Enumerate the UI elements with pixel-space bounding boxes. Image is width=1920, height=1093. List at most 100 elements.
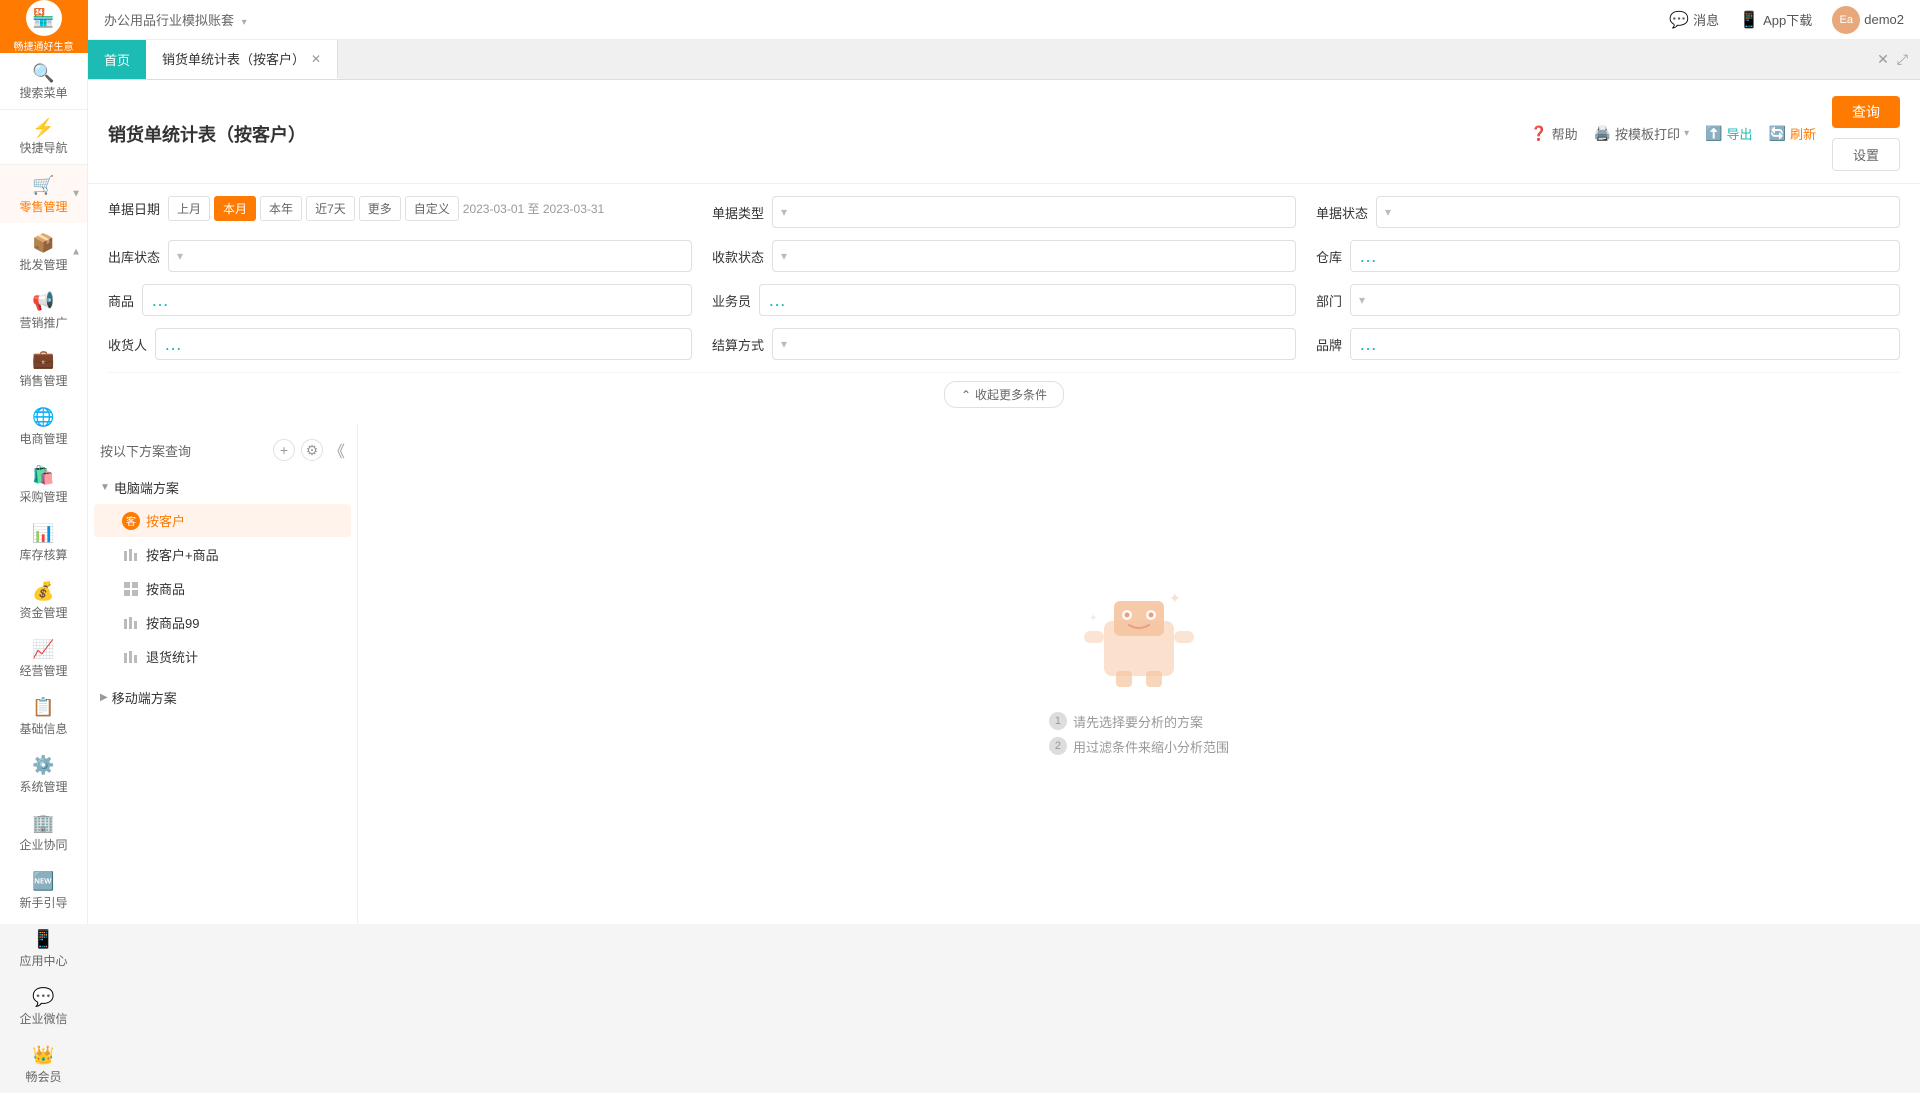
left-panel-icons: + ⚙ 《	[273, 438, 345, 462]
page-title: 销货单统计表（按客户）	[108, 121, 306, 147]
sidebar-item-purchase[interactable]: 🛍️ 采购管理	[0, 455, 87, 513]
sidebar-item-ecom[interactable]: 🌐 电商管理	[0, 397, 87, 455]
order-type-chevron: ▾	[781, 205, 787, 219]
close-window-icon[interactable]: ✕	[1877, 51, 1889, 68]
industry-dropdown-icon[interactable]: ▾	[242, 17, 247, 28]
tab-sales-label: 销货单统计表（按客户）	[162, 49, 305, 68]
sidebar-search-nav[interactable]: 🔍 搜索菜单	[0, 53, 87, 110]
order-status-select[interactable]: ▾	[1376, 196, 1900, 228]
sidebar-item-basic[interactable]: 📋 基础信息	[0, 687, 87, 745]
tabs-bar: 首页 销货单统计表（按客户） ✕ ✕ ⤢	[88, 40, 1920, 80]
sidebar-item-enterprise[interactable]: 🏢 企业协同	[0, 803, 87, 861]
mobile-scheme-label: 移动端方案	[112, 688, 177, 707]
maximize-icon[interactable]: ⤢	[1897, 51, 1908, 68]
sidebar-item-finance[interactable]: 💰 资金管理	[0, 571, 87, 629]
warehouse-input[interactable]: …	[1350, 240, 1900, 272]
sidebar-basic-label: 基础信息	[19, 720, 67, 737]
sidebar-enterprise-label: 企业协同	[19, 836, 67, 853]
date-range-display: 2023-03-01 至 2023-03-31	[463, 200, 604, 217]
query-button[interactable]: 查询	[1832, 96, 1900, 128]
out-status-select[interactable]: ▾	[168, 240, 692, 272]
svg-text:✦: ✦	[1169, 591, 1181, 606]
collapse-btn[interactable]: ⌃ 收起更多条件	[944, 381, 1064, 408]
sidebar-purchase-label: 采购管理	[19, 488, 67, 505]
tree-item-by-customer-goods[interactable]: 按客户+商品	[94, 538, 351, 571]
add-scheme-btn[interactable]: +	[273, 439, 295, 461]
warehouse-dots: …	[1359, 246, 1379, 267]
user-menu-btn[interactable]: Ea demo2	[1832, 6, 1904, 34]
main-area: 办公用品行业模拟账套 ▾ 💬 消息 📱 App下载 Ea demo2 首页	[88, 0, 1920, 924]
left-panel-title: 按以下方案查询	[100, 441, 269, 460]
by-customer-label: 按客户	[146, 511, 185, 530]
tree-item-by-goods-99[interactable]: 按商品99	[94, 606, 351, 639]
tab-close-btn[interactable]: ✕	[311, 52, 321, 66]
order-status-label: 单据状态	[1316, 203, 1368, 222]
sidebar-item-wholesale[interactable]: 📦 批发管理 ▲	[0, 223, 87, 281]
settlement-chevron: ▾	[781, 337, 787, 351]
receipt-status-label: 收款状态	[712, 247, 764, 266]
refresh-btn[interactable]: 🔄 刷新	[1769, 124, 1816, 143]
app-download-btn[interactable]: 📱 App下载	[1739, 10, 1812, 30]
salesperson-input[interactable]: …	[759, 284, 1296, 316]
desktop-scheme-label: 电脑端方案	[114, 478, 179, 497]
filter-section: 单据日期 上月 本月 本年 近7天 更多 自定义 2023-03-01 至 20…	[88, 184, 1920, 424]
topbar-actions: 💬 消息 📱 App下载 Ea demo2	[1669, 6, 1904, 34]
date-btn-this-month[interactable]: 本月	[214, 196, 256, 221]
brand-input[interactable]: …	[1350, 328, 1900, 360]
sidebar-item-newguide[interactable]: 🆕 新手引导	[0, 861, 87, 919]
mobile-scheme-header[interactable]: ▶ 移动端方案	[88, 682, 357, 713]
tree-item-by-customer[interactable]: 客 按客户	[94, 504, 351, 537]
sidebar-item-appcenter[interactable]: 📱 应用中心	[0, 919, 87, 977]
sidebar-system-label: 系统管理	[19, 778, 67, 795]
action-buttons: 查询 设置	[1832, 96, 1900, 171]
export-icon: ⬆️	[1705, 125, 1722, 142]
date-btn-more[interactable]: 更多	[359, 196, 401, 221]
sidebar-item-operations[interactable]: 📈 经营管理	[0, 629, 87, 687]
settings-button[interactable]: 设置	[1832, 138, 1900, 171]
sidebar-item-marketing[interactable]: 📢 营销推广	[0, 281, 87, 339]
goods-label: 商品	[108, 291, 134, 310]
brand-label: 品牌	[1316, 335, 1342, 354]
date-btn-this-year[interactable]: 本年	[260, 196, 302, 221]
by-customer-icon: 客	[122, 512, 140, 530]
consignee-label: 收货人	[108, 335, 147, 354]
message-btn[interactable]: 💬 消息	[1669, 10, 1719, 30]
svg-text:✦: ✦	[1089, 613, 1097, 624]
sidebar-item-member[interactable]: 👑 畅会员	[0, 1035, 87, 1093]
sidebar-item-wechat[interactable]: 💬 企业微信	[0, 977, 87, 1035]
receipt-status-select[interactable]: ▾	[772, 240, 1296, 272]
sidebar-item-retail[interactable]: 🛒 零售管理 ▼	[0, 165, 87, 223]
date-btn-custom[interactable]: 自定义	[405, 196, 459, 221]
print-dropdown-icon[interactable]: ▾	[1684, 128, 1689, 139]
goods-input[interactable]: …	[142, 284, 692, 316]
return-stats-icon	[122, 648, 140, 666]
date-btn-7days[interactable]: 近7天	[306, 196, 355, 221]
tree-item-return-stats[interactable]: 退货统计	[94, 640, 351, 673]
industry-title: 办公用品行业模拟账套 ▾	[104, 10, 1669, 29]
by-customer-goods-label: 按客户+商品	[146, 545, 219, 564]
out-status-filter: 出库状态 ▾	[108, 240, 692, 272]
edit-scheme-btn[interactable]: ⚙	[301, 439, 323, 461]
desktop-scheme-header[interactable]: ▼ 电脑端方案	[88, 472, 357, 503]
print-btn[interactable]: 🖨️ 按模板打印 ▾	[1594, 124, 1689, 143]
help-btn[interactable]: ❓ 帮助	[1530, 124, 1577, 143]
tab-sales-stats[interactable]: 销货单统计表（按客户） ✕	[146, 40, 338, 79]
sidebar-operations-label: 经营管理	[19, 662, 67, 679]
sidebar-item-inventory[interactable]: 📊 库存核算	[0, 513, 87, 571]
sidebar-item-system[interactable]: ⚙️ 系统管理	[0, 745, 87, 803]
receipt-status-filter: 收款状态 ▾	[712, 240, 1296, 272]
date-buttons: 上月 本月 本年 近7天 更多 自定义 2023-03-01 至 2023-03…	[168, 196, 604, 221]
sidebar-inventory-label: 库存核算	[19, 546, 67, 563]
tab-home[interactable]: 首页	[88, 40, 146, 79]
date-btn-last-month[interactable]: 上月	[168, 196, 210, 221]
dept-label: 部门	[1316, 291, 1342, 310]
dept-select[interactable]: ▾	[1350, 284, 1900, 316]
export-btn[interactable]: ⬆️ 导出	[1705, 124, 1752, 143]
settlement-select[interactable]: ▾	[772, 328, 1296, 360]
sidebar-quicknav[interactable]: ⚡ 快捷导航	[0, 110, 87, 165]
consignee-input[interactable]: …	[155, 328, 692, 360]
order-type-select[interactable]: ▾	[772, 196, 1296, 228]
tree-item-by-goods[interactable]: 按商品	[94, 572, 351, 605]
sidebar-item-sales[interactable]: 💼 销售管理	[0, 339, 87, 397]
panel-collapse-btn[interactable]: 《	[329, 438, 345, 462]
